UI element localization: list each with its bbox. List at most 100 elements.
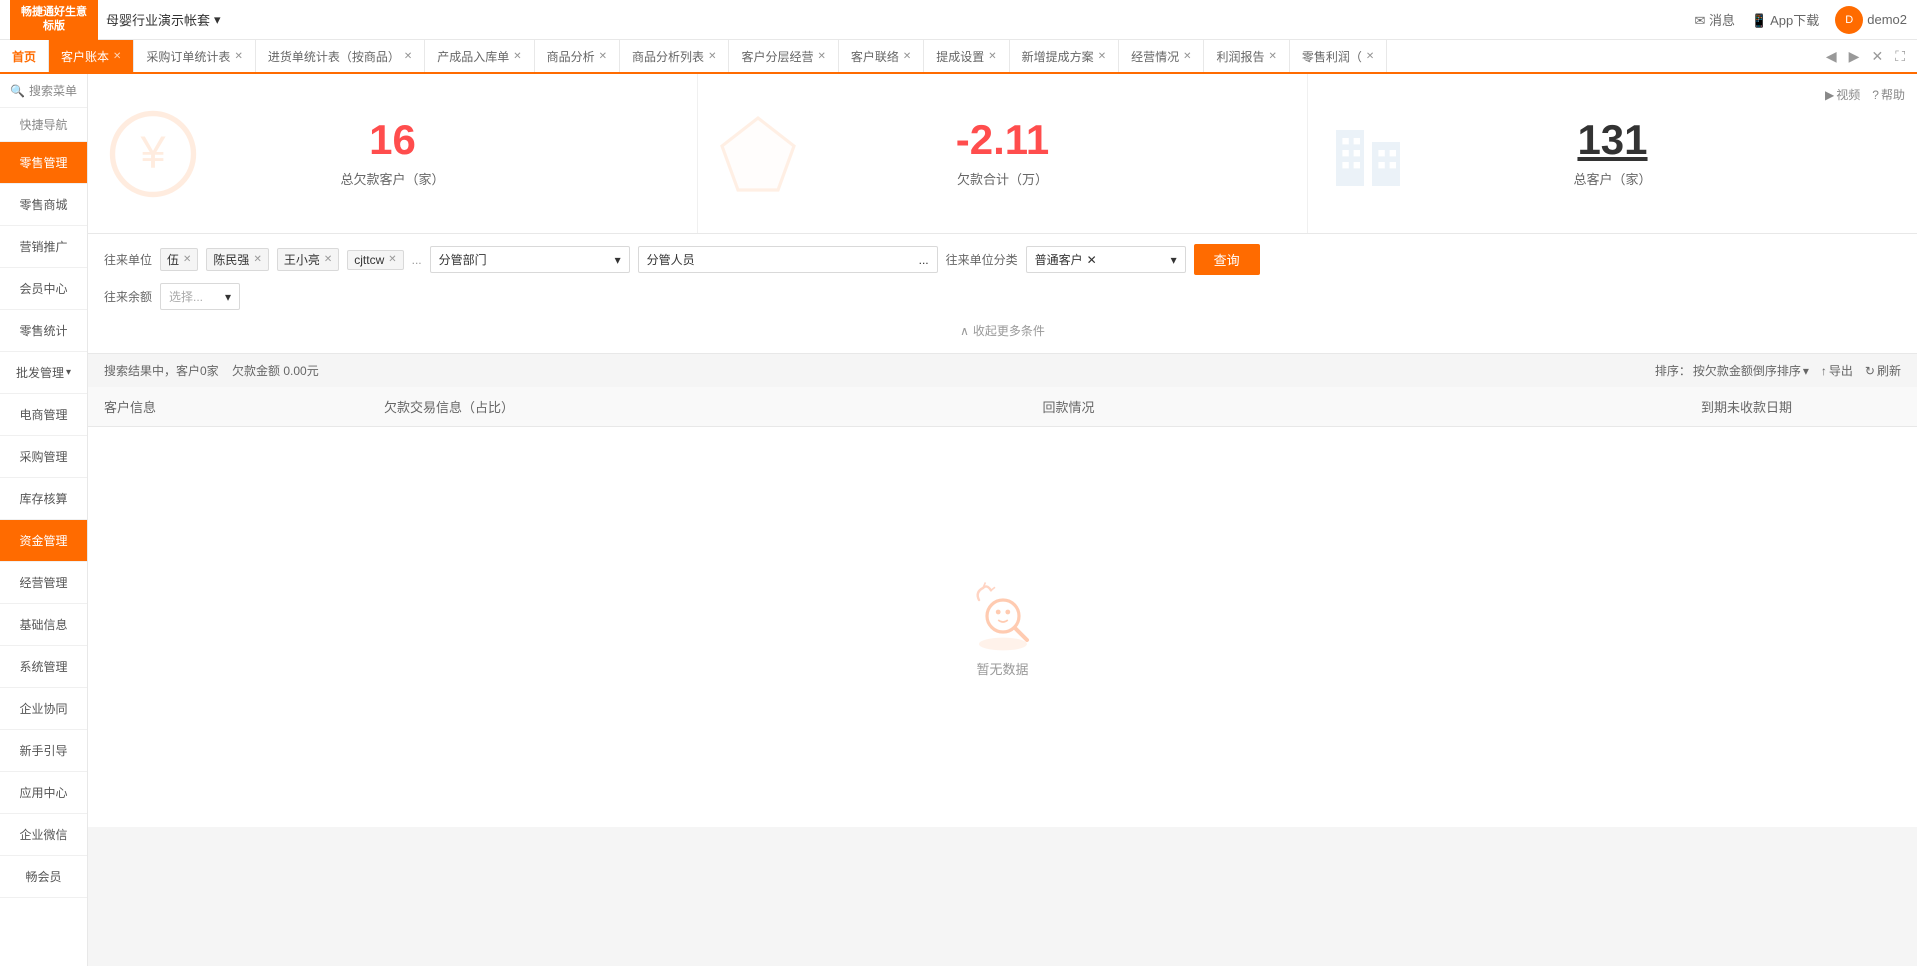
tab-customer-accounts[interactable]: 客户账本 ✕ [49,40,134,73]
balance-filter-select[interactable]: 选择... ▾ [160,283,240,310]
filter-tag-wu[interactable]: 伍 ✕ [160,248,198,271]
tab-customer-contact[interactable]: 客户联络 ✕ [839,40,924,73]
close-icon[interactable]: ✕ [1366,51,1374,62]
sidebar-item-retail-management[interactable]: 零售管理 [0,142,87,184]
top-bar-right: ✉ 消息 📱 App下载 D demo2 [1694,6,1907,34]
filter-tag-chen[interactable]: 陈民强 ✕ [206,248,268,271]
remove-unit-type[interactable]: ✕ [1087,253,1097,267]
sidebar-item-member-center[interactable]: 会员中心 [0,268,87,310]
sort-select[interactable]: 按欠款金额倒序排序 ▾ [1693,362,1809,379]
close-icon[interactable]: ✕ [988,51,996,62]
total-customers-all-label: 总客户（家） [1573,169,1651,188]
close-icon[interactable]: ✕ [1098,51,1106,62]
download-icon: 📱 [1751,13,1767,28]
video-icon: ▶ [1825,88,1834,102]
nav-prev-arrow[interactable]: ◀ [1822,48,1841,65]
tab-inventory-stats[interactable]: 进货单统计表（按商品） ✕ [256,40,425,73]
sidebar-search[interactable]: 🔍 搜索菜单 [0,74,87,108]
nav-next-arrow[interactable]: ▶ [1845,48,1864,65]
close-icon[interactable]: ✕ [817,51,825,62]
sidebar-item-new-guide[interactable]: 新手引导 [0,730,87,772]
filter-tag-cjttcw[interactable]: cjttcw ✕ [347,250,403,270]
sidebar-item-inventory[interactable]: 库存核算 [0,478,87,520]
stat-total-debt: -2.11 欠款合计（万） [698,74,1308,233]
collapse-button[interactable]: ∧ 收起更多条件 [960,318,1045,343]
sidebar-item-basic-info[interactable]: 基础信息 [0,604,87,646]
sidebar-item-system-mgmt[interactable]: 系统管理 [0,646,87,688]
workspace-selector[interactable]: 母婴行业演示帐套 ▾ [106,10,221,29]
app-download-button[interactable]: 📱 App下载 [1751,10,1819,29]
close-icon[interactable]: ✕ [1269,51,1277,62]
remove-tag-cjttcw[interactable]: ✕ [388,254,396,265]
search-icon: 🔍 [10,84,25,98]
tab-customer-segment[interactable]: 客户分层经营 ✕ [729,40,838,73]
tab-product-analysis-list[interactable]: 商品分析列表 ✕ [620,40,729,73]
nav-fullscreen[interactable]: ⛶ [1891,48,1909,65]
sidebar-item-app-center[interactable]: 应用中心 [0,772,87,814]
user-profile[interactable]: D demo2 [1835,6,1907,34]
remove-tag-wu[interactable]: ✕ [183,254,191,265]
sidebar-item-wholesale[interactable]: 批发管理 ▾ [0,352,87,394]
filter-tag-wang[interactable]: 王小亮 ✕ [277,248,339,271]
sidebar-quick-nav[interactable]: 快捷导航 [0,108,87,142]
sidebar-item-vip-member[interactable]: 畅会员 [0,856,87,898]
sidebar-item-retail-stats[interactable]: 零售统计 [0,310,87,352]
persons-more[interactable]: ... [919,253,929,267]
message-icon: ✉ [1694,13,1705,28]
help-button[interactable]: ? 帮助 [1872,86,1905,103]
col-repayment: 回款情况 [1043,397,1702,416]
tab-product-cost[interactable]: 产成品入库单 ✕ [425,40,534,73]
coin-bg-icon: ¥ [108,109,198,199]
sidebar-item-retail-mall[interactable]: 零售商城 [0,184,87,226]
export-button[interactable]: ↑ 导出 [1821,362,1853,379]
tab-profit-report[interactable]: 利润报告 ✕ [1204,40,1289,73]
remove-tag-chen[interactable]: ✕ [253,254,261,265]
tab-operations[interactable]: 经营情况 ✕ [1119,40,1204,73]
sidebar-item-ecommerce[interactable]: 电商管理 [0,394,87,436]
sidebar-item-enterprise-collab[interactable]: 企业协同 [0,688,87,730]
sidebar-item-finance[interactable]: 资金管理 [0,520,87,562]
logo: 畅捷通好生意 标版 [10,0,98,40]
close-icon[interactable]: ✕ [708,51,716,62]
unit-type-arrow: ▾ [1171,253,1177,267]
persons-filter[interactable]: 分管人员 ... [638,246,938,273]
sidebar-item-operations-mgmt[interactable]: 经营管理 [0,562,87,604]
close-icon[interactable]: ✕ [404,51,412,62]
nav-close-all[interactable]: ✕ [1867,48,1887,65]
close-icon[interactable]: ✕ [113,51,121,62]
filter-row-1: 往来单位 伍 ✕ 陈民强 ✕ 王小亮 ✕ cjttcw ✕ ... [104,244,1901,275]
building-bg-icon [1328,114,1408,194]
remove-tag-wang[interactable]: ✕ [324,254,332,265]
close-icon[interactable]: ✕ [513,51,521,62]
query-button[interactable]: 查询 [1194,244,1260,275]
filter-more-btn[interactable]: ... [412,253,422,267]
tab-purchase-order-stats[interactable]: 采购订单统计表 ✕ [134,40,255,73]
close-icon[interactable]: ✕ [903,51,911,62]
refresh-button[interactable]: ↻ 刷新 [1865,362,1901,379]
sort-arrow: ▾ [1803,364,1809,378]
layout: 🔍 搜索菜单 快捷导航 零售管理 零售商城 营销推广 会员中心 零售统计 批发管… [0,74,1917,966]
message-button[interactable]: ✉ 消息 [1694,10,1735,29]
sidebar-item-purchase[interactable]: 采购管理 [0,436,87,478]
close-icon[interactable]: ✕ [1183,51,1191,62]
tab-home[interactable]: 首页 [0,40,49,73]
sidebar-item-enterprise-wechat[interactable]: 企业微信 [0,814,87,856]
stat-total-customers-all: 131 总客户（家） ▶ 视频 ? 帮助 [1308,74,1917,233]
data-table: 客户信息 欠款交易信息（占比） 回款情况 到期未收款日期 [88,387,1917,827]
unit-type-filter-label: 往来单位分类 [946,251,1018,268]
close-icon[interactable]: ✕ [599,51,607,62]
dept-filter[interactable]: 分管部门 ▾ [430,246,630,273]
stats-bar: ¥ 16 总欠款客户（家） -2.11 欠款合计（万） [88,74,1917,234]
video-button[interactable]: ▶ 视频 [1825,86,1860,103]
col-customer-info: 客户信息 [104,397,384,416]
tab-new-commission-plan[interactable]: 新增提成方案 ✕ [1010,40,1119,73]
diamond-bg-icon [718,114,798,194]
tab-commission-settings[interactable]: 提成设置 ✕ [924,40,1009,73]
nav-tabs-end: ◀ ▶ ✕ ⛶ [1822,48,1917,65]
col-debt-info: 欠款交易信息（占比） [384,397,1043,416]
unit-type-filter[interactable]: 普通客户 ✕ ▾ [1026,246,1186,273]
sidebar-item-marketing[interactable]: 营销推广 [0,226,87,268]
close-icon[interactable]: ✕ [234,51,242,62]
tab-retail-profit[interactable]: 零售利润（ ✕ [1290,40,1387,73]
tab-product-analysis[interactable]: 商品分析 ✕ [535,40,620,73]
